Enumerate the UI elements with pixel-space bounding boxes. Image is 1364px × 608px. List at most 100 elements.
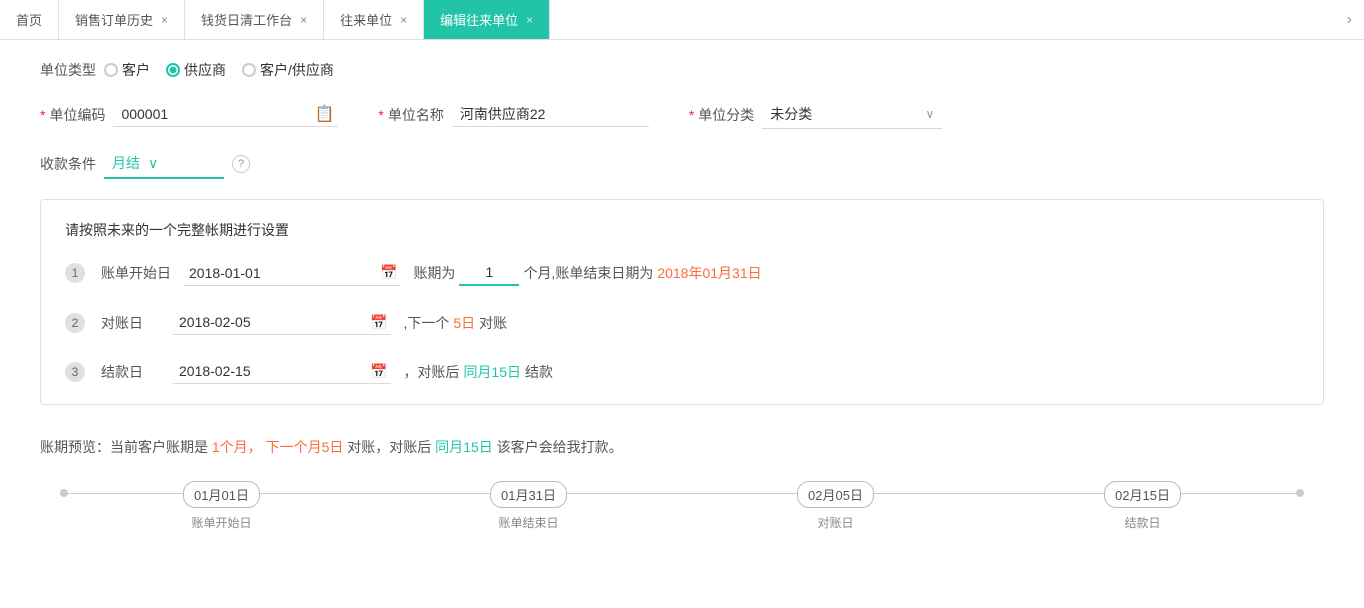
reconcile-prefix: ,下一个 <box>403 313 449 333</box>
reconcile-date-wrap: 📅 <box>173 310 391 335</box>
timeline-node-3: 02月05日 对账日 <box>682 481 989 531</box>
preview-prefix: 账期预览：当前客户账期是 <box>40 439 208 455</box>
tab-cash-work-close[interactable]: × <box>300 13 307 27</box>
preview-mid: 对账，对账后 <box>347 439 431 455</box>
payment-condition-row: 收款条件 月结 ∨ ? <box>40 149 1324 179</box>
tab-sales-history-label: 销售订单历史 <box>75 10 153 29</box>
unit-category-select[interactable]: 未分类 ∨ <box>762 100 942 129</box>
timeline-node-2-label: 01月31日 <box>490 481 567 508</box>
unit-code-input[interactable] <box>113 102 310 126</box>
timeline-node-4: 02月15日 结款日 <box>989 481 1296 531</box>
timeline-start-dot <box>60 489 68 497</box>
unit-type-row: 单位类型 客户 供应商 客户/供应商 <box>40 60 1324 80</box>
timeline-node-2-sublabel: 账单结束日 <box>498 514 558 531</box>
setting-row-1: 1 账单开始日 📅 账期为 个月,账单结束日期为 2018年01月31日 <box>65 260 1299 286</box>
setting-label-1: 账单开始日 <box>101 263 171 283</box>
tab-sales-history-close[interactable]: × <box>161 13 168 27</box>
timeline-node-1: 01月01日 账单开始日 <box>68 481 375 531</box>
setting-label-3: 结款日 <box>101 362 161 382</box>
tab-partner-label: 往来单位 <box>340 10 392 29</box>
radio-both-circle <box>242 63 256 77</box>
payment-day-highlight: 同月15日 <box>463 362 521 382</box>
preview-part3: 同月15日 <box>435 439 493 455</box>
payment-condition-label: 收款条件 <box>40 154 96 174</box>
unit-code-field: * 单位编码 📋 <box>40 102 338 127</box>
timeline-end-dot <box>1296 489 1304 497</box>
unit-code-input-wrap: 📋 <box>113 102 338 127</box>
unit-name-field: * 单位名称 <box>378 102 648 127</box>
unit-code-label: 单位编码 <box>49 105 105 125</box>
preview-text: 账期预览：当前客户账期是 1个月， 下一个月5日 对账，对账后 同月15日 该客… <box>40 437 1324 457</box>
radio-customer[interactable]: 客户 <box>104 60 150 80</box>
payment-condition-select[interactable]: 月结 ∨ <box>104 149 224 179</box>
radio-supplier[interactable]: 供应商 <box>166 60 226 80</box>
payment-condition-wrap: 月结 ∨ ? <box>104 149 250 179</box>
tabs-bar: 首页 销售订单历史 × 钱货日清工作台 × 往来单位 × 编辑往来单位 × › <box>0 0 1364 40</box>
start-date-input[interactable] <box>183 261 376 285</box>
period-end-date-highlight: 2018年01月31日 <box>657 263 761 283</box>
preview-section: 账期预览：当前客户账期是 1个月， 下一个月5日 对账，对账后 同月15日 该客… <box>40 421 1324 531</box>
timeline-node-1-sublabel: 账单开始日 <box>191 514 251 531</box>
unit-category-star: * <box>689 107 694 123</box>
preview-part2: 下一个月5日 <box>266 439 344 455</box>
unit-info-row: * 单位编码 📋 * 单位名称 * 单位分类 未分类 ∨ <box>40 100 1324 129</box>
payment-help-icon[interactable]: ? <box>232 155 250 173</box>
start-date-wrap: 📅 <box>183 261 401 286</box>
setting-number-2: 2 <box>65 313 85 333</box>
unit-category-field: * 单位分类 未分类 ∨ <box>689 100 942 129</box>
setting-row-2: 2 对账日 📅 ,下一个 5日 对账 <box>65 310 1299 335</box>
timeline-node-4-label: 02月15日 <box>1104 481 1181 508</box>
reconcile-suffix: 对账 <box>479 313 507 333</box>
reconcile-date-input[interactable] <box>173 310 366 334</box>
timeline-node-4-sublabel: 结款日 <box>1124 514 1160 531</box>
tab-edit-partner[interactable]: 编辑往来单位 × <box>424 0 550 39</box>
radio-supplier-circle <box>166 63 180 77</box>
timeline: 01月01日 账单开始日 01月31日 账单结束日 02月05日 对账日 02月… <box>40 481 1324 531</box>
setting-label-2: 对账日 <box>101 313 161 333</box>
card-section: 请按照未来的一个完整帐期进行设置 1 账单开始日 📅 账期为 个月,账单结束日期… <box>40 199 1324 405</box>
unit-name-label: 单位名称 <box>388 105 444 125</box>
unit-code-book-icon[interactable]: 📋 <box>310 104 338 124</box>
payment-date-input[interactable] <box>173 359 366 383</box>
period-mid-text: 账期为 <box>413 263 455 283</box>
tab-cash-work-label: 钱货日清工作台 <box>201 10 292 29</box>
main-content: 单位类型 客户 供应商 客户/供应商 * 单位编码 📋 <box>0 40 1364 608</box>
payment-date-calendar-icon[interactable]: 📅 <box>366 363 391 380</box>
payment-condition-arrow-icon: ∨ <box>148 155 158 172</box>
radio-customer-label: 客户 <box>122 60 150 80</box>
tab-cash-work[interactable]: 钱货日清工作台 × <box>185 0 324 39</box>
period-suffix-text: 个月,账单结束日期为 <box>523 263 653 283</box>
unit-category-arrow-icon: ∨ <box>925 107 934 121</box>
setting-number-3: 3 <box>65 362 85 382</box>
radio-customer-circle <box>104 63 118 77</box>
tab-edit-partner-label: 编辑往来单位 <box>440 10 518 29</box>
tab-partner-close[interactable]: × <box>400 13 407 27</box>
unit-category-label: 单位分类 <box>698 105 754 125</box>
timeline-node-3-label: 02月05日 <box>797 481 874 508</box>
setting-row-3: 3 结款日 📅 ，对账后 同月15日 结款 <box>65 359 1299 384</box>
unit-type-label: 单位类型 <box>40 60 96 80</box>
payment-suffix: 结款 <box>525 362 553 382</box>
preview-part1: 1个月， <box>212 439 262 455</box>
tab-home-label: 首页 <box>16 10 42 29</box>
unit-code-star: * <box>40 107 45 123</box>
radio-both[interactable]: 客户/供应商 <box>242 60 334 80</box>
timeline-node-2: 01月31日 账单结束日 <box>375 481 682 531</box>
timeline-node-1-label: 01月01日 <box>183 481 260 508</box>
tab-sales-history[interactable]: 销售订单历史 × <box>59 0 185 39</box>
tab-edit-partner-close[interactable]: × <box>526 13 533 27</box>
tab-home[interactable]: 首页 <box>0 0 59 39</box>
reconcile-date-calendar-icon[interactable]: 📅 <box>366 314 391 331</box>
unit-category-value: 未分类 <box>770 104 917 124</box>
unit-name-input[interactable] <box>452 102 649 127</box>
payment-date-wrap: 📅 <box>173 359 391 384</box>
reconcile-day-highlight: 5日 <box>453 313 475 333</box>
radio-supplier-label: 供应商 <box>184 60 226 80</box>
period-input[interactable] <box>459 260 519 286</box>
tab-partner[interactable]: 往来单位 × <box>324 0 424 39</box>
payment-condition-value: 月结 <box>112 153 140 173</box>
start-date-calendar-icon[interactable]: 📅 <box>376 264 401 281</box>
setting-number-1: 1 <box>65 263 85 283</box>
unit-type-radio-group: 客户 供应商 客户/供应商 <box>104 60 334 80</box>
tabs-scroll-arrow[interactable]: › <box>1335 11 1364 29</box>
